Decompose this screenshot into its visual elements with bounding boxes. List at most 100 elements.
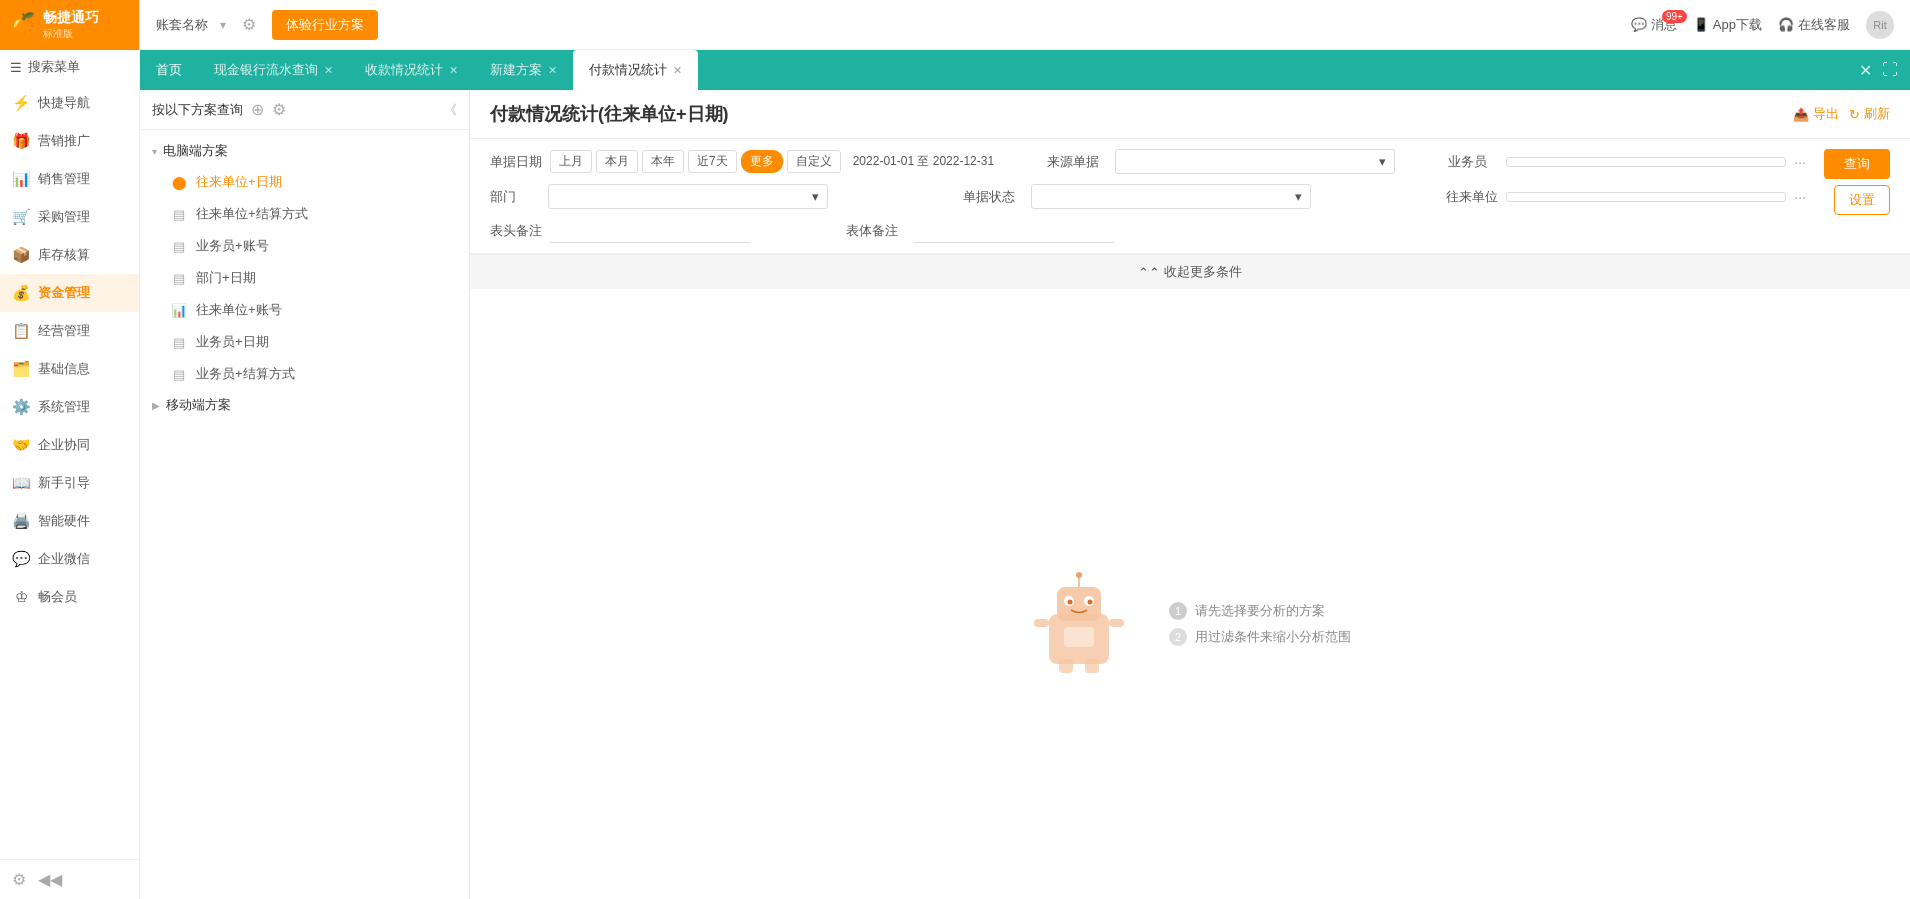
dept-chevron-icon: ▾ [812,189,819,204]
filter-bar: 单据日期 上月 本月 本年 近7天 更多 自定义 2022-01-01 至 20… [470,139,1910,254]
sidebar-item-basic[interactable]: 🗂️ 基础信息 [0,350,139,388]
empty-state: 1 请先选择要分析的方案 2 用过滤条件来缩小分析范围 [470,289,1910,899]
filter-row-date: 单据日期 上月 本月 本年 近7天 更多 自定义 2022-01-01 至 20… [490,149,1806,174]
date-btn-7days[interactable]: 近7天 [688,150,737,173]
message-icon: 💬 [1631,17,1647,32]
sidebar-item-inventory[interactable]: 📦 库存核算 [0,236,139,274]
sidebar-item-guide[interactable]: 📖 新手引导 [0,464,139,502]
sidebar-item-operations[interactable]: 📋 经营管理 [0,312,139,350]
staff-select[interactable] [1506,157,1786,167]
staff-dots-icon[interactable]: ··· [1794,154,1806,170]
dept-label: 部门 [490,188,540,206]
close-all-tabs-icon[interactable]: ✕ [1859,61,1872,80]
avatar[interactable]: Rit [1866,11,1894,39]
staff-label: 业务员 [1448,153,1498,171]
tab-bank[interactable]: 现金银行流水查询 ✕ [198,50,349,90]
sidebar-item-sales[interactable]: 📊 销售管理 [0,160,139,198]
sidebar: 🍊 畅捷通巧 标准版 ☰ 搜索菜单 ⚡ 快捷导航 🎁 营销推广 📊 销售管理 🛒… [0,0,140,899]
operations-icon: 📋 [12,322,30,340]
scheme-item-dept-date[interactable]: ▤ 部门+日期 [140,262,469,294]
mobile-scheme-group[interactable]: ▶ 移动端方案 [140,390,469,420]
date-btn-custom[interactable]: 自定义 [787,150,841,173]
table-icon-1: ▤ [170,207,188,222]
svg-point-5 [1088,600,1093,605]
sidebar-item-finance[interactable]: 💰 资金管理 [0,274,139,312]
tab-close-receipt[interactable]: ✕ [449,64,458,77]
sidebar-item-weixin[interactable]: 💬 企业微信 [0,540,139,578]
collapse-left-panel-icon[interactable]: 《 [444,101,457,119]
message-btn[interactable]: 💬 消息 99+ [1631,16,1677,34]
date-btn-last-month[interactable]: 上月 [550,150,592,173]
source-chevron-icon: ▾ [1379,154,1386,169]
service-icon: 🎧 [1778,17,1794,32]
sidebar-item-enterprise[interactable]: 🤝 企业协同 [0,426,139,464]
tab-payment[interactable]: 付款情况统计 ✕ [573,50,698,90]
scheme-item-partner-date[interactable]: ⬤ 往来单位+日期 [140,166,469,198]
scheme-item-staff-settle[interactable]: ▤ 业务员+结算方式 [140,358,469,390]
app-download-btn[interactable]: 📱 App下载 [1693,16,1762,34]
partner-select[interactable] [1506,192,1786,202]
sidebar-item-purchase[interactable]: 🛒 采购管理 [0,198,139,236]
dept-select[interactable]: ▾ [548,184,828,209]
scheme-item-partner-account[interactable]: 📊 往来单位+账号 [140,294,469,326]
online-service-btn[interactable]: 🎧 在线客服 [1778,16,1850,34]
tab-close-bank[interactable]: ✕ [324,64,333,77]
try-industry-btn[interactable]: 体验行业方案 [272,10,378,40]
table-icon-5: ▤ [170,367,188,382]
export-btn[interactable]: 📤 导出 [1793,105,1839,123]
account-chevron-icon[interactable]: ▾ [220,18,226,32]
empty-step-1: 1 请先选择要分析的方案 [1169,602,1351,620]
app-download-icon: 📱 [1693,17,1709,32]
sidebar-item-marketing[interactable]: 🎁 营销推广 [0,122,139,160]
refresh-btn[interactable]: ↻ 刷新 [1849,105,1890,123]
date-btn-this-month[interactable]: 本月 [596,150,638,173]
header-remark-input[interactable] [550,219,750,243]
settings-scheme-icon[interactable]: ⚙ [272,100,286,119]
sidebar-item-system[interactable]: ⚙️ 系统管理 [0,388,139,426]
add-scheme-icon[interactable]: ⊕ [251,100,264,119]
doc-status-chevron-icon: ▾ [1295,189,1302,204]
sidebar-item-hardware[interactable]: 🖨️ 智能硬件 [0,502,139,540]
maximize-icon[interactable]: ⛶ [1882,61,1898,79]
empty-step-2: 2 用过滤条件来缩小分析范围 [1169,628,1351,646]
tab-new-scheme[interactable]: 新建方案 ✕ [474,50,573,90]
search-menu[interactable]: ☰ 搜索菜单 [0,50,139,84]
partner-dots-icon[interactable]: ··· [1794,189,1806,205]
collapse-more-btn[interactable]: ⌃⌃ 收起更多条件 [470,254,1910,289]
tab-receipt[interactable]: 收款情况统计 ✕ [349,50,474,90]
scheme-item-partner-settle[interactable]: ▤ 往来单位+结算方式 [140,198,469,230]
page-header-top: 付款情况统计(往来单位+日期) 📤 导出 ↻ 刷新 [490,102,1890,126]
scheme-item-staff-account[interactable]: ▤ 业务员+账号 [140,230,469,262]
body-remark-input[interactable] [914,219,1114,243]
scheme-item-staff-date[interactable]: ▤ 业务员+日期 [140,326,469,358]
query-btn[interactable]: 查询 [1824,149,1890,179]
guide-icon: 📖 [12,474,30,492]
settings-bottom-icon[interactable]: ⚙ [12,870,26,889]
date-btn-this-year[interactable]: 本年 [642,150,684,173]
scheme-section: ▾ 电脑端方案 ⬤ 往来单位+日期 ▤ 往来单位+结算方式 ▤ 业务员+账号 [140,130,469,426]
basic-icon: 🗂️ [12,360,30,378]
sidebar-bottom: ⚙ ◀◀ [0,859,139,899]
empty-steps: 1 请先选择要分析的方案 2 用过滤条件来缩小分析范围 [1169,602,1351,646]
date-btn-more[interactable]: 更多 [741,150,783,173]
doc-status-select[interactable]: ▾ [1031,184,1311,209]
tab-close-new-scheme[interactable]: ✕ [548,64,557,77]
sidebar-item-member[interactable]: ♔ 畅会员 [0,578,139,616]
message-badge: 99+ [1662,10,1687,23]
finance-icon: 💰 [12,284,30,302]
tab-close-payment[interactable]: ✕ [673,64,682,77]
filter-cols: 单据日期 上月 本月 本年 近7天 更多 自定义 2022-01-01 至 20… [490,149,1806,243]
settings-btn[interactable]: 设置 [1834,185,1890,215]
sidebar-item-shortcut[interactable]: ⚡ 快捷导航 [0,84,139,122]
enterprise-icon: 🤝 [12,436,30,454]
filter-row-remark: 表头备注 表体备注 [490,219,1806,243]
system-icon: ⚙️ [12,398,30,416]
collapse-sidebar-icon[interactable]: ◀◀ [38,870,62,889]
hardware-icon: 🖨️ [12,512,30,530]
page-title: 付款情况统计(往来单位+日期) [490,102,729,126]
source-select[interactable]: ▾ [1115,149,1395,174]
tab-home[interactable]: 首页 [140,50,198,90]
desktop-scheme-group[interactable]: ▾ 电脑端方案 [140,136,469,166]
refresh-icon: ↻ [1849,107,1860,122]
settings-icon[interactable]: ⚙ [242,15,256,34]
